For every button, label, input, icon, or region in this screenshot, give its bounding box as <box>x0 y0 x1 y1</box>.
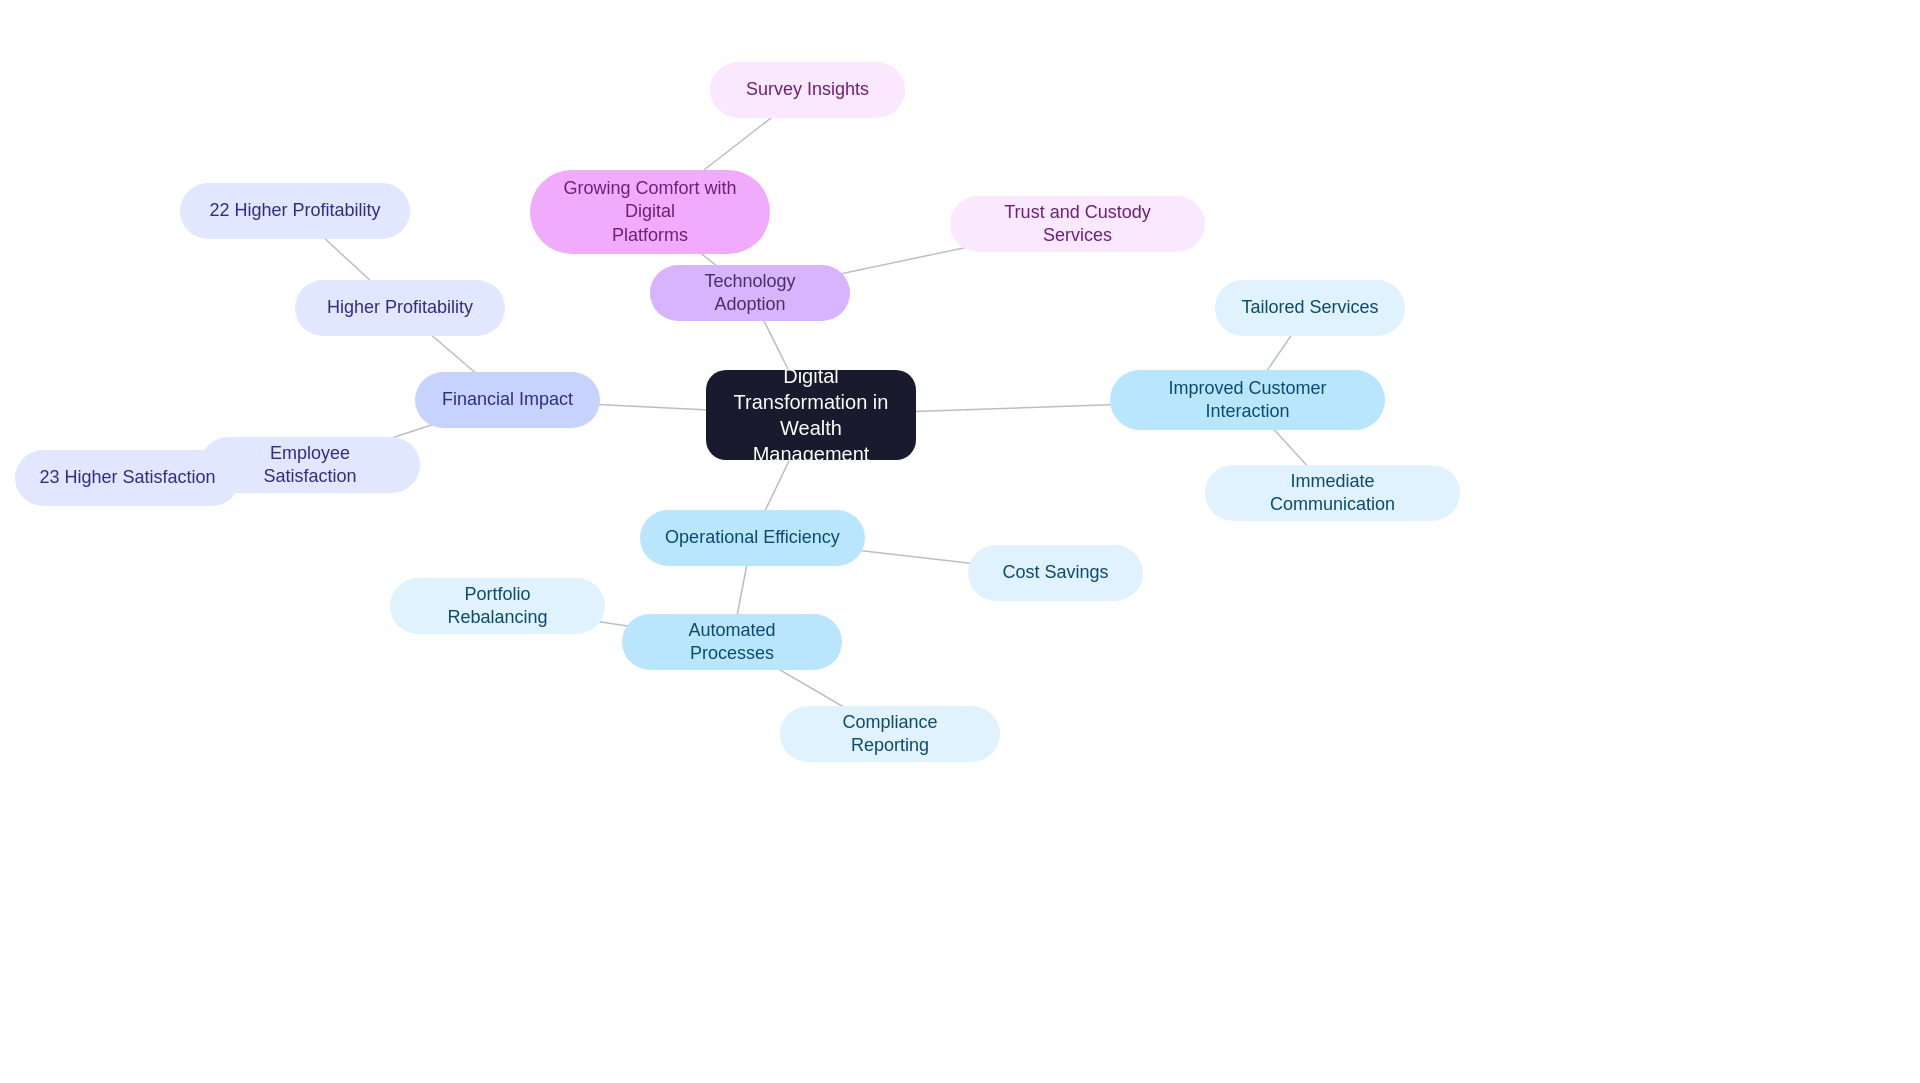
higher-satisfaction-23-node: 23 Higher Satisfaction <box>15 450 240 506</box>
cost-savings-label: Cost Savings <box>1002 561 1108 584</box>
technology-adoption-node: Technology Adoption <box>650 265 850 321</box>
higher-profitability-label: Higher Profitability <box>327 296 473 319</box>
tailored-services-label: Tailored Services <box>1241 296 1378 319</box>
higher-profitability-node: Higher Profitability <box>295 280 505 336</box>
immediate-communication-label: Immediate Communication <box>1227 470 1438 517</box>
improved-customer-label: Improved Customer Interaction <box>1132 377 1363 424</box>
financial-impact-node: Financial Impact <box>415 372 600 428</box>
financial-impact-label: Financial Impact <box>442 388 573 411</box>
growing-comfort-label: Growing Comfort with Digital Platforms <box>552 177 748 247</box>
portfolio-rebalancing-node: Portfolio Rebalancing <box>390 578 605 634</box>
automated-processes-node: Automated Processes <box>622 614 842 670</box>
compliance-reporting-node: Compliance Reporting <box>780 706 1000 762</box>
cost-savings-node: Cost Savings <box>968 545 1143 601</box>
trust-custody-node: Trust and Custody Services <box>950 196 1205 252</box>
tailored-services-node: Tailored Services <box>1215 280 1405 336</box>
operational-efficiency-label: Operational Efficiency <box>665 526 840 549</box>
compliance-reporting-label: Compliance Reporting <box>802 711 978 758</box>
employee-satisfaction-label: Employee Satisfaction <box>222 442 398 489</box>
technology-adoption-label: Technology Adoption <box>672 270 828 317</box>
improved-customer-node: Improved Customer Interaction <box>1110 370 1385 430</box>
higher-profitability-22-node: 22 Higher Profitability <box>180 183 410 239</box>
trust-custody-label: Trust and Custody Services <box>972 201 1183 248</box>
automated-processes-label: Automated Processes <box>644 619 820 666</box>
portfolio-rebalancing-label: Portfolio Rebalancing <box>412 583 583 630</box>
higher-satisfaction-23-label: 23 Higher Satisfaction <box>39 466 215 489</box>
survey-insights-label: Survey Insights <box>746 78 869 101</box>
center-node: Digital Transformation in Wealth Managem… <box>706 370 916 460</box>
center-label: Digital Transformation in Wealth Managem… <box>728 363 894 467</box>
higher-profitability-22-label: 22 Higher Profitability <box>209 199 380 222</box>
immediate-communication-node: Immediate Communication <box>1205 465 1460 521</box>
survey-insights-node: Survey Insights <box>710 62 905 118</box>
growing-comfort-node: Growing Comfort with Digital Platforms <box>530 170 770 254</box>
operational-efficiency-node: Operational Efficiency <box>640 510 865 566</box>
